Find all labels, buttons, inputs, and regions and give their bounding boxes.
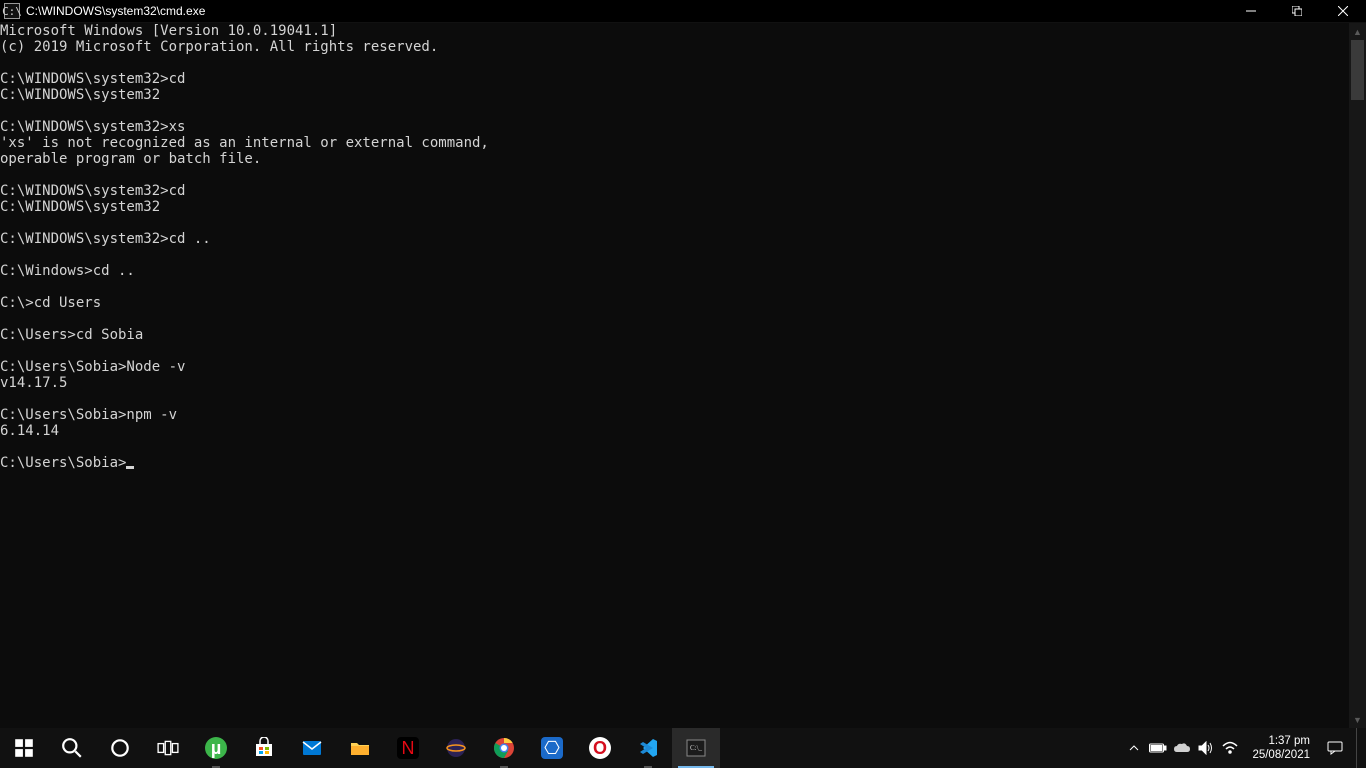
search-button-icon [61,737,83,759]
terminal-line: C:\WINDOWS\system32 [0,199,1349,215]
terminal-line [0,215,1349,231]
eclipse-app[interactable] [432,728,480,768]
vscode-app[interactable] [624,728,672,768]
cmd-app[interactable]: C:\_ [672,728,720,768]
terminal-line [0,167,1349,183]
utorrent-app-icon: µ [205,737,227,759]
netbeans-app-icon: ⎔ [541,737,563,759]
terminal-line: C:\WINDOWS\system32>cd [0,71,1349,87]
terminal-line [0,279,1349,295]
terminal-line [0,439,1349,455]
opera-app[interactable]: O [576,728,624,768]
terminal-line: C:\Users>cd Sobia [0,327,1349,343]
terminal-line [0,55,1349,71]
window-titlebar[interactable]: C:\ C:\WINDOWS\system32\cmd.exe [0,0,1366,23]
clock-date: 25/08/2021 [1252,748,1310,762]
terminal-line: C:\Users\Sobia>Node -v [0,359,1349,375]
search-button[interactable] [48,728,96,768]
netflix-app-icon: N [397,737,419,759]
taskbar: µ N ⎔ O C:\_ 1:37 pm 25/08/2021 [0,728,1366,768]
scroll-thumb[interactable] [1351,40,1364,100]
terminal-line: C:\WINDOWS\system32>cd .. [0,231,1349,247]
window-title: C:\WINDOWS\system32\cmd.exe [26,4,1228,18]
terminal-line: (c) 2019 Microsoft Corporation. All righ… [0,39,1349,55]
vertical-scrollbar[interactable]: ▲ ▼ [1349,23,1366,728]
taskbar-clock[interactable]: 1:37 pm 25/08/2021 [1244,734,1318,762]
chrome-app-icon [493,737,515,759]
wifi-icon[interactable] [1220,728,1240,768]
terminal-line: C:\>cd Users [0,295,1349,311]
terminal-line: C:\Windows>cd .. [0,263,1349,279]
netbeans-app[interactable]: ⎔ [528,728,576,768]
vscode-app-icon [637,737,659,759]
onedrive-icon[interactable] [1172,728,1192,768]
close-button[interactable] [1320,0,1366,22]
cmd-app-icon: C:\_ [685,737,707,759]
system-tray: 1:37 pm 25/08/2021 [1124,728,1366,768]
maximize-button[interactable] [1274,0,1320,22]
start-button-icon [13,737,35,759]
scroll-down-icon[interactable]: ▼ [1349,711,1366,728]
opera-app-icon: O [589,737,611,759]
microsoft-store-app-icon [253,737,275,759]
cmd-app-icon: C:\ [4,3,20,19]
mail-app-icon [301,737,323,759]
terminal-line: C:\WINDOWS\system32 [0,87,1349,103]
task-view-button[interactable] [144,728,192,768]
terminal-area[interactable]: Microsoft Windows [Version 10.0.19041.1]… [0,23,1366,728]
volume-icon[interactable] [1196,728,1216,768]
terminal-line: 'xs' is not recognized as an internal or… [0,135,1349,151]
terminal-line: v14.17.5 [0,375,1349,391]
microsoft-store-app[interactable] [240,728,288,768]
netflix-app[interactable]: N [384,728,432,768]
clock-time: 1:37 pm [1252,734,1310,748]
terminal-line: C:\Users\Sobia>npm -v [0,407,1349,423]
mail-app[interactable] [288,728,336,768]
minimize-button[interactable] [1228,0,1274,22]
eclipse-app-icon [445,737,467,759]
show-desktop-button[interactable] [1356,728,1362,768]
terminal-line [0,391,1349,407]
start-button[interactable] [0,728,48,768]
cortana-button[interactable] [96,728,144,768]
terminal-line: C:\WINDOWS\system32>cd [0,183,1349,199]
terminal-line: operable program or batch file. [0,151,1349,167]
terminal-line: C:\WINDOWS\system32>xs [0,119,1349,135]
terminal-line [0,343,1349,359]
cortana-button-icon [109,737,131,759]
svg-text:C:\_: C:\_ [690,744,703,752]
terminal-line [0,247,1349,263]
terminal-line: 6.14.14 [0,423,1349,439]
battery-icon[interactable] [1148,728,1168,768]
scroll-up-icon[interactable]: ▲ [1349,23,1366,40]
cursor-icon [126,466,134,469]
chrome-app[interactable] [480,728,528,768]
task-view-button-icon [157,737,179,759]
tray-chevron-icon[interactable] [1124,728,1144,768]
terminal-line [0,311,1349,327]
file-explorer-app[interactable] [336,728,384,768]
terminal-prompt[interactable]: C:\Users\Sobia> [0,455,1349,471]
action-center-icon[interactable] [1322,728,1348,768]
terminal-output[interactable]: Microsoft Windows [Version 10.0.19041.1]… [0,23,1349,728]
file-explorer-app-icon [349,737,371,759]
terminal-line: Microsoft Windows [Version 10.0.19041.1] [0,23,1349,39]
utorrent-app[interactable]: µ [192,728,240,768]
terminal-line [0,103,1349,119]
